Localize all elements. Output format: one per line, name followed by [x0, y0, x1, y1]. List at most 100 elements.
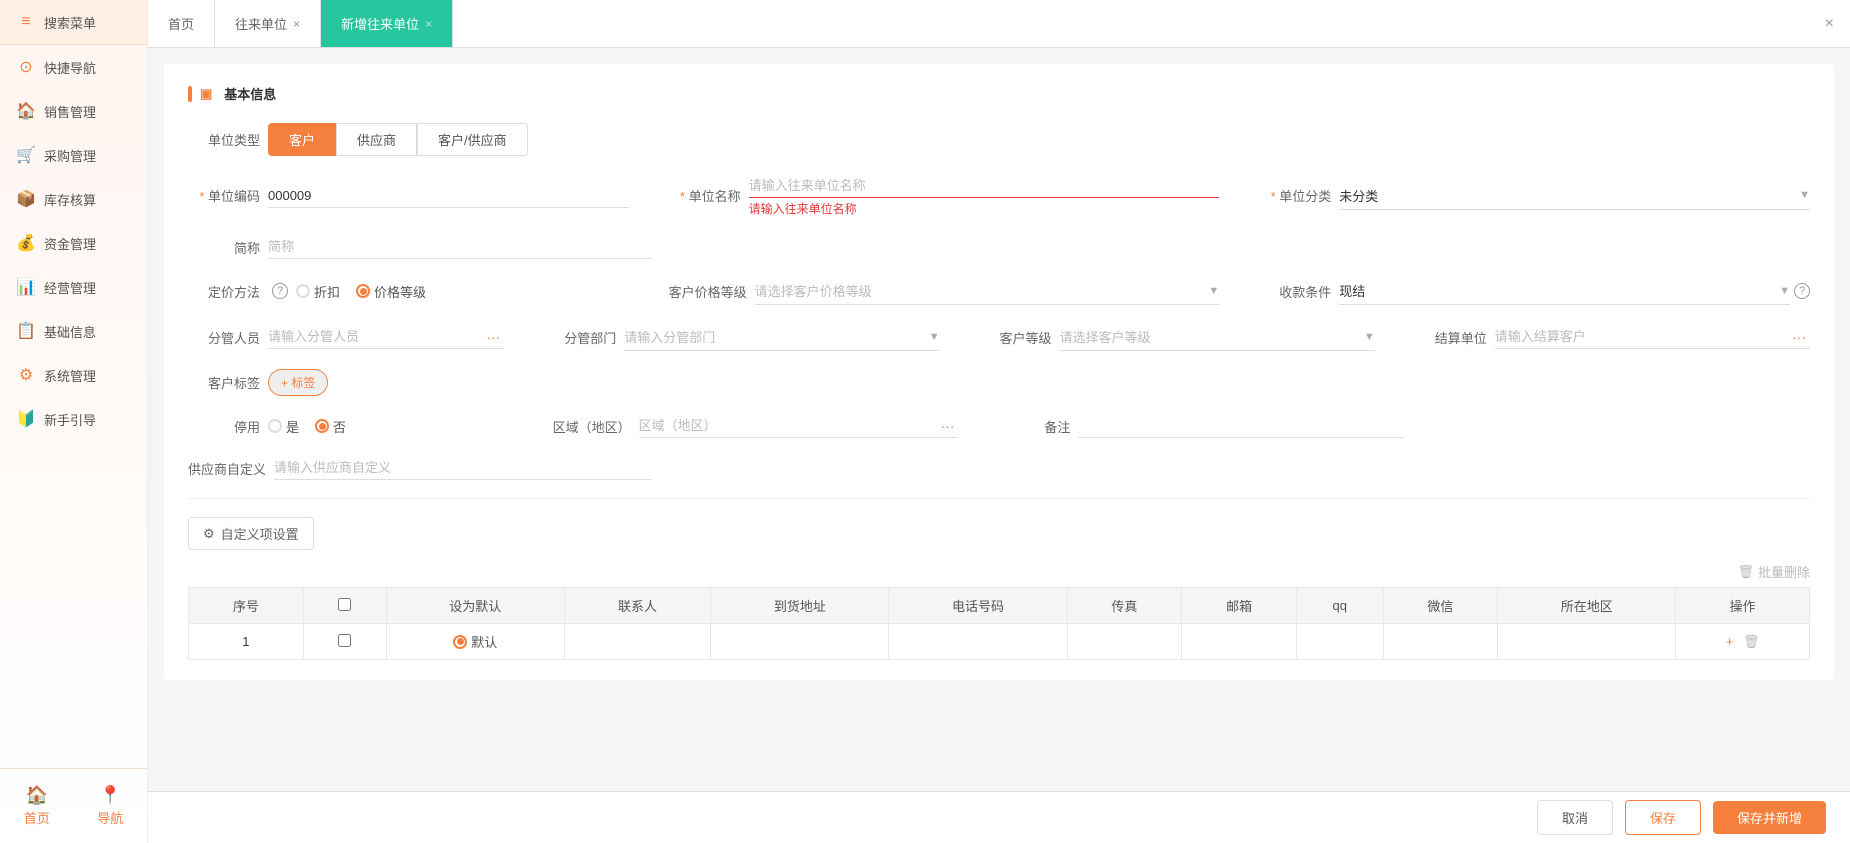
- sidebar-nav-bottom[interactable]: 📍 导航: [74, 777, 148, 835]
- col-contact: 联系人: [564, 588, 710, 624]
- sidebar-item-purchase[interactable]: 🛒 采购管理: [0, 133, 147, 177]
- save-button[interactable]: 保存: [1625, 800, 1701, 835]
- unit-code-input[interactable]: [268, 184, 629, 208]
- unit-type-supplier[interactable]: 供应商: [336, 123, 417, 156]
- content-area: ▣ 基本信息 单位类型 客户 供应商 客户/供应商 单位编码: [148, 48, 1850, 791]
- unit-name-error: 请输入往来单位名称: [749, 200, 1220, 217]
- row-checkbox-input[interactable]: [338, 634, 351, 647]
- row-address[interactable]: [711, 624, 889, 660]
- remarks-input[interactable]: [1078, 414, 1404, 438]
- tab-partner[interactable]: 往来单位 ×: [215, 0, 321, 47]
- row-qq[interactable]: [1296, 624, 1383, 660]
- row-contact[interactable]: [564, 624, 710, 660]
- save-new-button[interactable]: 保存并新增: [1713, 801, 1826, 834]
- add-tag-button[interactable]: + 标签: [268, 369, 328, 396]
- batch-delete-area[interactable]: 🗑 批量删除: [188, 562, 1810, 581]
- row-region[interactable]: [1498, 624, 1676, 660]
- supplier-custom-input[interactable]: [274, 456, 651, 480]
- table-header-row: 序号 设为默认 联系人 到货地址 电话号码 传真 邮箱 qq 微信 所在地区 操…: [189, 588, 1810, 624]
- global-close-button[interactable]: ×: [1809, 0, 1850, 47]
- row-delete-icon[interactable]: 🗑: [1743, 634, 1760, 649]
- sidebar-item-system[interactable]: ⚙ 系统管理: [0, 353, 147, 397]
- unit-category-value: 未分类: [1339, 186, 1799, 205]
- row-wechat[interactable]: [1383, 624, 1498, 660]
- home-bottom-icon: 🏠: [26, 785, 48, 806]
- row-default-radio[interactable]: 默认: [397, 632, 554, 651]
- remarks-label: 备注: [998, 417, 1078, 436]
- manager-row: 分管人员 ··· 分管部门 请输入分管部门 ▼ 客户等级: [188, 323, 1810, 351]
- customer-level-arrow: ▼: [1364, 331, 1375, 343]
- quick-nav-icon: ⊙: [16, 57, 36, 77]
- sidebar-label-guide: 新手引导: [44, 410, 96, 429]
- disable-no[interactable]: 否: [315, 417, 346, 436]
- region-input[interactable]: [639, 414, 937, 437]
- nav-bottom-label: 导航: [97, 808, 123, 827]
- payment-terms-question[interactable]: ?: [1794, 283, 1810, 299]
- tab-partner-close[interactable]: ×: [293, 17, 300, 31]
- unit-type-customer[interactable]: 客户: [268, 123, 336, 156]
- discount-radio-circle: [296, 284, 310, 298]
- payment-terms-select[interactable]: 现结 ▼: [1339, 277, 1790, 305]
- col-qq: qq: [1296, 588, 1383, 624]
- row-fax[interactable]: [1067, 624, 1182, 660]
- col-action: 操作: [1676, 588, 1810, 624]
- short-name-row: 简称: [188, 235, 1810, 259]
- tab-home[interactable]: 首页: [148, 0, 215, 47]
- sidebar-item-operations[interactable]: 📊 经营管理: [0, 265, 147, 309]
- price-level-label: 价格等级: [374, 282, 426, 301]
- unit-name-with-error: 请输入往来单位名称: [749, 174, 1220, 217]
- unit-category-label: 单位分类: [1259, 186, 1339, 205]
- settlement-unit-input[interactable]: [1495, 325, 1788, 348]
- manager-input[interactable]: [268, 325, 482, 348]
- unit-type-field: 单位类型 客户 供应商 客户/供应商: [188, 123, 1810, 156]
- sidebar-label-sales: 销售管理: [44, 102, 96, 121]
- payment-terms-field: 收款条件 现结 ▼ ?: [1259, 277, 1810, 305]
- payment-terms-value: 现结: [1339, 281, 1779, 300]
- row-add-icon[interactable]: +: [1726, 634, 1734, 649]
- settlement-unit-dots[interactable]: ···: [1788, 329, 1810, 345]
- manager-dots[interactable]: ···: [482, 329, 504, 345]
- disable-yes[interactable]: 是: [268, 417, 299, 436]
- department-select[interactable]: 请输入分管部门 ▼: [624, 323, 939, 351]
- unit-type-both[interactable]: 客户/供应商: [417, 123, 528, 156]
- unit-type-row: 单位类型 客户 供应商 客户/供应商: [188, 123, 1810, 156]
- custom-settings-label: 自定义项设置: [221, 524, 299, 543]
- col-region: 所在地区: [1498, 588, 1676, 624]
- sidebar-item-finance[interactable]: 💰 资金管理: [0, 221, 147, 265]
- col-phone: 电话号码: [889, 588, 1067, 624]
- customer-tag-label: 客户标签: [188, 373, 268, 392]
- pricing-question-icon[interactable]: ?: [272, 283, 288, 299]
- pricing-radio-group: 折扣 价格等级: [296, 282, 426, 301]
- tab-home-label: 首页: [168, 14, 194, 33]
- tab-new-partner-close[interactable]: ×: [425, 17, 432, 31]
- pricing-price-level[interactable]: 价格等级: [356, 282, 426, 301]
- row-default-label: 默认: [471, 632, 497, 651]
- sidebar-search[interactable]: ≡ 搜索菜单: [0, 0, 147, 45]
- short-name-input[interactable]: [268, 235, 651, 259]
- section-icon: ▣: [200, 86, 212, 102]
- tab-new-partner[interactable]: 新增往来单位 ×: [321, 0, 453, 47]
- sidebar-home-bottom[interactable]: 🏠 首页: [0, 777, 74, 835]
- manager-label: 分管人员: [188, 328, 268, 347]
- select-all-checkbox[interactable]: [338, 598, 351, 611]
- sidebar-item-sales[interactable]: 🏠 销售管理: [0, 89, 147, 133]
- custom-settings-button[interactable]: ⚙ 自定义项设置: [188, 517, 314, 550]
- customer-price-level-select[interactable]: 请选择客户价格等级 ▼: [755, 277, 1220, 305]
- pricing-discount[interactable]: 折扣: [296, 282, 340, 301]
- remarks-field: 备注: [998, 414, 1404, 438]
- sidebar-label-inventory: 库存核算: [44, 190, 96, 209]
- row-phone[interactable]: [889, 624, 1067, 660]
- customer-level-select[interactable]: 请选择客户等级 ▼: [1059, 323, 1374, 351]
- basic-info-icon: 📋: [16, 321, 36, 341]
- sidebar-item-quick-nav[interactable]: ⊙ 快捷导航: [0, 45, 147, 89]
- supplier-custom-row: 供应商自定义: [188, 456, 1810, 480]
- cancel-button[interactable]: 取消: [1537, 800, 1613, 835]
- row-email[interactable]: [1182, 624, 1297, 660]
- region-dots[interactable]: ···: [936, 418, 958, 434]
- col-address: 到货地址: [711, 588, 889, 624]
- unit-category-select[interactable]: 未分类 ▼: [1339, 182, 1810, 210]
- unit-name-input[interactable]: [749, 174, 1220, 198]
- sidebar-item-inventory[interactable]: 📦 库存核算: [0, 177, 147, 221]
- sidebar-item-guide[interactable]: 🔰 新手引导: [0, 397, 147, 441]
- sidebar-item-basic-info[interactable]: 📋 基础信息: [0, 309, 147, 353]
